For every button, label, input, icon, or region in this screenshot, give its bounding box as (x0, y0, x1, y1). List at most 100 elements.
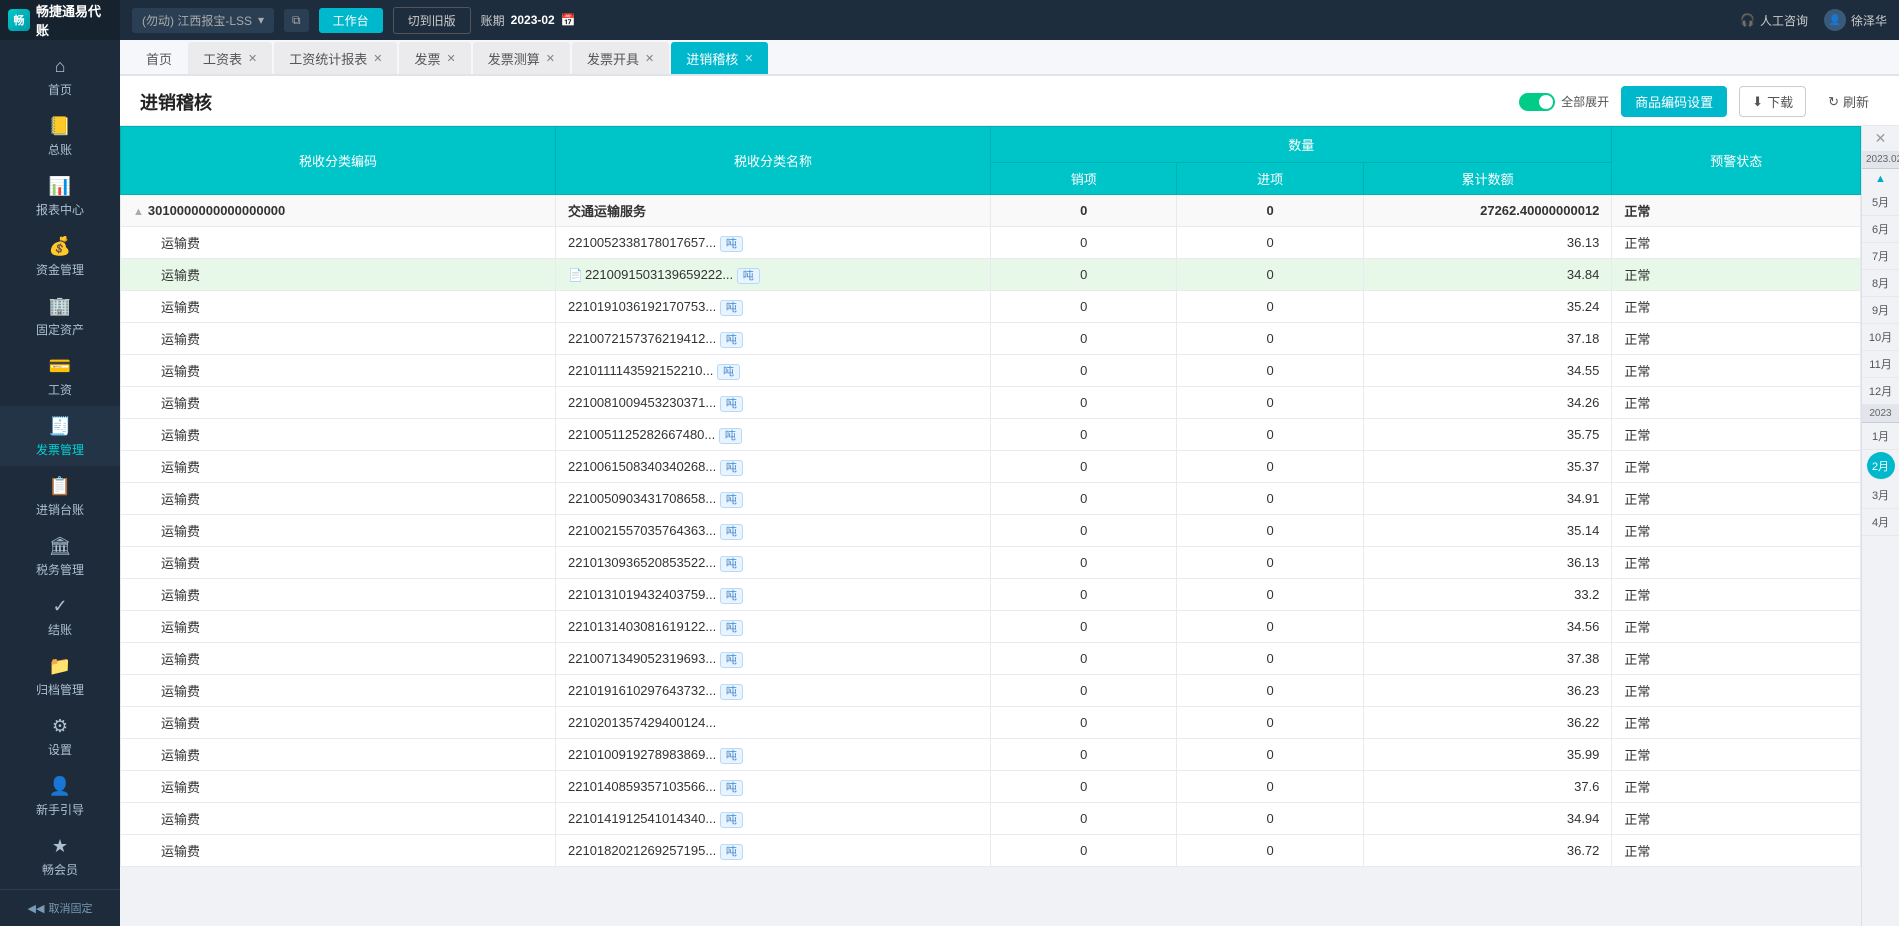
sidebar-item-settlement[interactable]: ✓结账 (0, 586, 120, 646)
toggle-switch-control[interactable] (1519, 93, 1555, 111)
unit-tag: 吨 (720, 300, 743, 316)
tab-close-invoice-calc[interactable]: ✕ (546, 52, 555, 65)
cal-month-oct[interactable]: 10月 (1862, 324, 1899, 351)
cell-invoice: 2210021557035764363... 吨 (556, 515, 991, 547)
sidebar-item-archive[interactable]: 📁归档管理 (0, 646, 120, 706)
sidebar-label-purchase-sales: 进销台账 (36, 501, 84, 518)
download-label: 下载 (1767, 92, 1793, 111)
sidebar-label-settings: 设置 (48, 741, 72, 758)
dropdown-icon: ▾ (258, 13, 264, 27)
expand-icon[interactable]: ▲ (133, 206, 144, 218)
sidebar-item-invoices[interactable]: 🧾发票管理 (0, 406, 120, 466)
sidebar-item-salary[interactable]: 💳工资 (0, 346, 120, 406)
cal-month-sep[interactable]: 9月 (1862, 297, 1899, 324)
unit-tag: 吨 (720, 844, 743, 860)
cell-status: 正常 (1612, 291, 1861, 323)
refresh-icon: ↻ (1828, 94, 1839, 110)
user-menu[interactable]: 👤 徐泽华 (1824, 9, 1887, 31)
cal-month-mar[interactable]: 3月 (1862, 482, 1899, 509)
tab-close-reconcile[interactable]: ✕ (744, 52, 753, 65)
sidebar-item-assets[interactable]: 🏢固定资产 (0, 286, 120, 346)
cell-sale: 0 (991, 611, 1177, 643)
cal-month-jul[interactable]: 7月 (1862, 243, 1899, 270)
download-button[interactable]: ⬇ 下载 (1739, 86, 1806, 117)
sidebar-icon-settlement: ✓ (52, 596, 67, 617)
sidebar-label-funds: 资金管理 (36, 261, 84, 278)
tab-reconcile[interactable]: 进销稽核 ✕ (671, 42, 768, 74)
tab-close-salary-report[interactable]: ✕ (373, 52, 382, 65)
cell-name: 运输费 (121, 419, 556, 451)
expand-toggle[interactable]: 全部展开 (1519, 93, 1609, 111)
cal-month-jan[interactable]: 1月 (1862, 423, 1899, 450)
tabbar: 首页工资表✕工资统计报表✕发票✕发票测算✕发票开具✕ 进销稽核 ✕ (120, 40, 1899, 76)
sidebar-item-tax[interactable]: 🏛税务管理 (0, 526, 120, 586)
unpin-button[interactable]: ◀◀ 取消固定 (0, 889, 120, 926)
sidebar-item-guide[interactable]: 👤新手引导 (0, 766, 120, 826)
copy-button[interactable]: ⧉ (284, 9, 309, 32)
tab-home[interactable]: 首页 (132, 43, 186, 74)
cal-month-nov[interactable]: 11月 (1862, 351, 1899, 378)
tab-invoice[interactable]: 发票✕ (399, 42, 470, 74)
tab-close-invoice[interactable]: ✕ (447, 52, 456, 65)
scroll-up-button[interactable]: ▲ (1862, 169, 1899, 189)
cell-invoice: 2210071349052319693... 吨 (556, 643, 991, 675)
sidebar-menu: ⌂首页📒总账📊报表中心💰资金管理🏢固定资产💳工资🧾发票管理📋进销台账🏛税务管理✓… (0, 40, 120, 889)
table-row: 运输费 2210201357429400124... 0 0 36.22 正常 (121, 707, 1861, 739)
cell-status: 正常 (1612, 195, 1861, 227)
sidebar-item-home[interactable]: ⌂首页 (0, 46, 120, 106)
cell-cumulative: 36.13 (1363, 547, 1612, 579)
sidebar-icon-guide: 👤 (49, 776, 71, 797)
sidebar-label-salary: 工资 (48, 381, 72, 398)
sidebar-item-member[interactable]: ★畅会员 (0, 826, 120, 886)
cell-purchase: 0 (1177, 195, 1363, 227)
cal-year-prev: 2023.02 (1862, 151, 1899, 169)
cell-cumulative: 36.72 (1363, 835, 1612, 867)
cell-sale: 0 (991, 195, 1177, 227)
cell-name: 运输费 (121, 227, 556, 259)
sidebar-item-ledger[interactable]: 📒总账 (0, 106, 120, 166)
unit-tag: 吨 (720, 396, 743, 412)
tab-close-salary[interactable]: ✕ (248, 52, 257, 65)
sidebar-item-purchase-sales[interactable]: 📋进销台账 (0, 466, 120, 526)
refresh-button[interactable]: ↻ 刷新 (1818, 87, 1879, 116)
sidebar-item-reports[interactable]: 📊报表中心 (0, 166, 120, 226)
table-wrapper[interactable]: 税收分类编码 税收分类名称 数量 预警状态 销项 进项 累计数额 ▲301000… (120, 126, 1861, 926)
cal-month-feb-active[interactable]: 2月 (1867, 452, 1895, 480)
workspace-button[interactable]: 工作台 (319, 8, 383, 33)
tab-invoice-calc[interactable]: 发票测算✕ (473, 42, 570, 74)
close-panel-button[interactable]: ✕ (1862, 126, 1899, 151)
unit-tag: 吨 (719, 428, 742, 444)
company-selector[interactable]: (勿动) 江西报宝-LSS ▾ (132, 8, 274, 33)
cal-month-may[interactable]: 5月 (1862, 189, 1899, 216)
tab-label-reconcile: 进销稽核 (686, 49, 738, 68)
cell-invoice: 2210191036192170753... 吨 (556, 291, 991, 323)
sidebar-label-tax: 税务管理 (36, 561, 84, 578)
tab-invoice-open[interactable]: 发票开具✕ (572, 42, 669, 74)
tab-close-invoice-open[interactable]: ✕ (645, 52, 654, 65)
cal-month-dec[interactable]: 12月 (1862, 378, 1899, 405)
cell-invoice: 2210111143592152210... 吨 (556, 355, 991, 387)
product-code-settings-button[interactable]: 商品编码设置 (1621, 86, 1727, 117)
table-row: 运输费 2210052338178017657... 吨 0 0 36.13 正… (121, 227, 1861, 259)
cell-status: 正常 (1612, 707, 1861, 739)
cell-sale: 0 (991, 835, 1177, 867)
sidebar-icon-assets: 🏢 (49, 296, 71, 317)
period-selector[interactable]: 账期 2023-02 📅 (481, 12, 576, 29)
tab-salary[interactable]: 工资表✕ (188, 42, 272, 74)
cal-month-jun[interactable]: 6月 (1862, 216, 1899, 243)
cell-name: 运输费 (121, 451, 556, 483)
sidebar-item-settings[interactable]: ⚙设置 (0, 706, 120, 766)
cell-name: 运输费 (121, 387, 556, 419)
tab-salary-report[interactable]: 工资统计报表✕ (274, 42, 397, 74)
cell-sale: 0 (991, 739, 1177, 771)
cell-purchase: 0 (1177, 355, 1363, 387)
cell-cumulative: 34.94 (1363, 803, 1612, 835)
unit-tag: 吨 (720, 524, 743, 540)
cal-month-apr[interactable]: 4月 (1862, 509, 1899, 536)
col-sale: 销项 (991, 163, 1177, 195)
cell-code: ▲3010000000000000000 (121, 195, 556, 227)
support-button[interactable]: 🎧 人工咨询 (1740, 12, 1808, 29)
switch-version-button[interactable]: 切到旧版 (393, 7, 471, 34)
cal-month-aug[interactable]: 8月 (1862, 270, 1899, 297)
sidebar-item-funds[interactable]: 💰资金管理 (0, 226, 120, 286)
